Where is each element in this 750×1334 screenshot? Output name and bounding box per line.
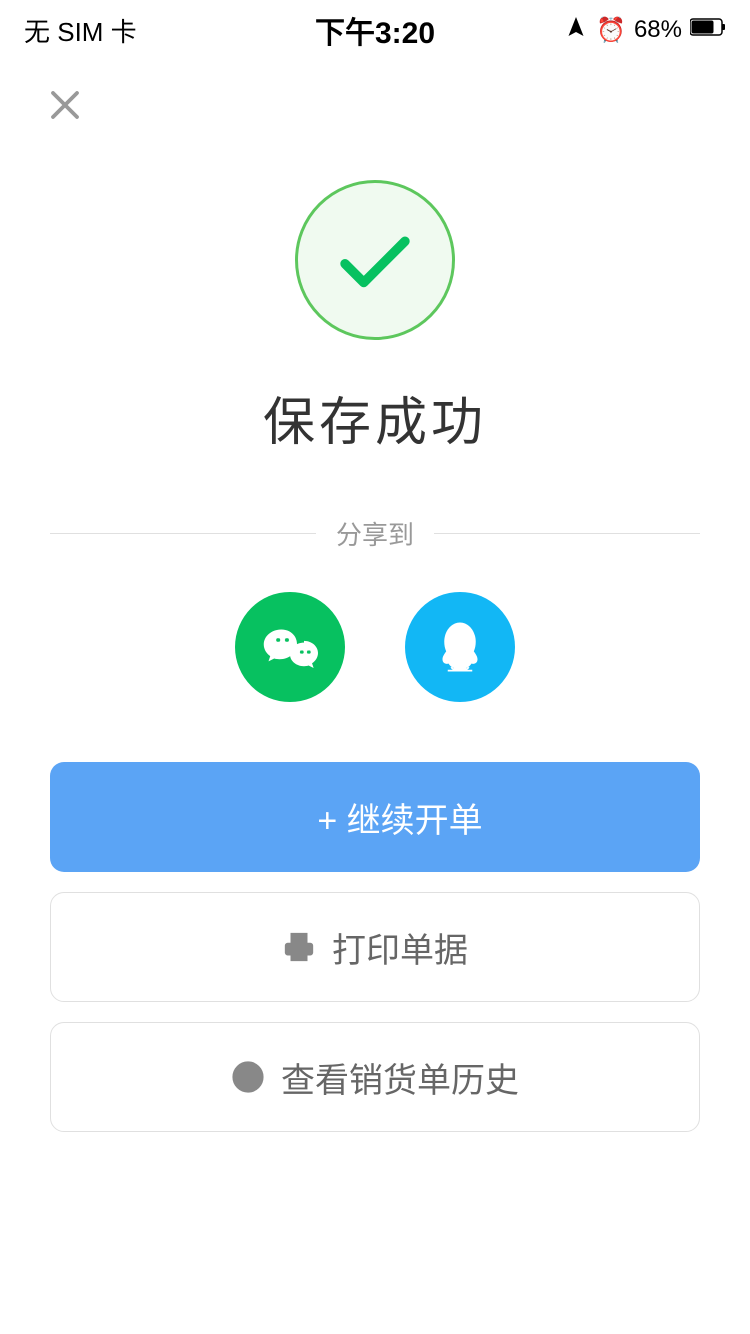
success-icon-circle [295,180,455,340]
share-line-left [50,533,316,534]
alarm-icon: ⏰ [596,16,626,45]
close-button[interactable] [40,80,90,130]
share-icons-row [50,592,700,702]
continue-button-label: + 继续开单 [317,793,482,842]
status-right: ⏰ 68% [564,15,726,46]
share-section: 分享到 [50,515,700,702]
location-icon [564,15,588,46]
continue-button[interactable]: + 继续开单 [50,762,700,872]
sim-text: 无 SIM 卡 [24,12,137,49]
battery-icon [690,16,726,44]
close-row [0,60,750,140]
battery-text: 68% [634,16,682,44]
history-button[interactable]: 查看销货单历史 [50,1022,700,1132]
status-left: 无 SIM 卡 [24,12,145,49]
share-divider-row: 分享到 [50,515,700,552]
share-line-right [434,533,700,534]
history-button-label: 查看销货单历史 [281,1053,519,1102]
status-time: 下午3:20 [315,8,435,52]
main-content: 保存成功 分享到 [0,140,750,1334]
print-button[interactable]: 打印单据 [50,892,700,1002]
success-title: 保存成功 [263,380,487,455]
share-wechat-button[interactable] [235,592,345,702]
print-button-label: 打印单据 [332,923,468,972]
share-qq-button[interactable] [405,592,515,702]
share-label: 分享到 [336,515,414,552]
action-buttons: + 继续开单 打印单据 查看销货单历史 [50,762,700,1132]
status-bar: 无 SIM 卡 下午3:20 ⏰ 68% [0,0,750,60]
